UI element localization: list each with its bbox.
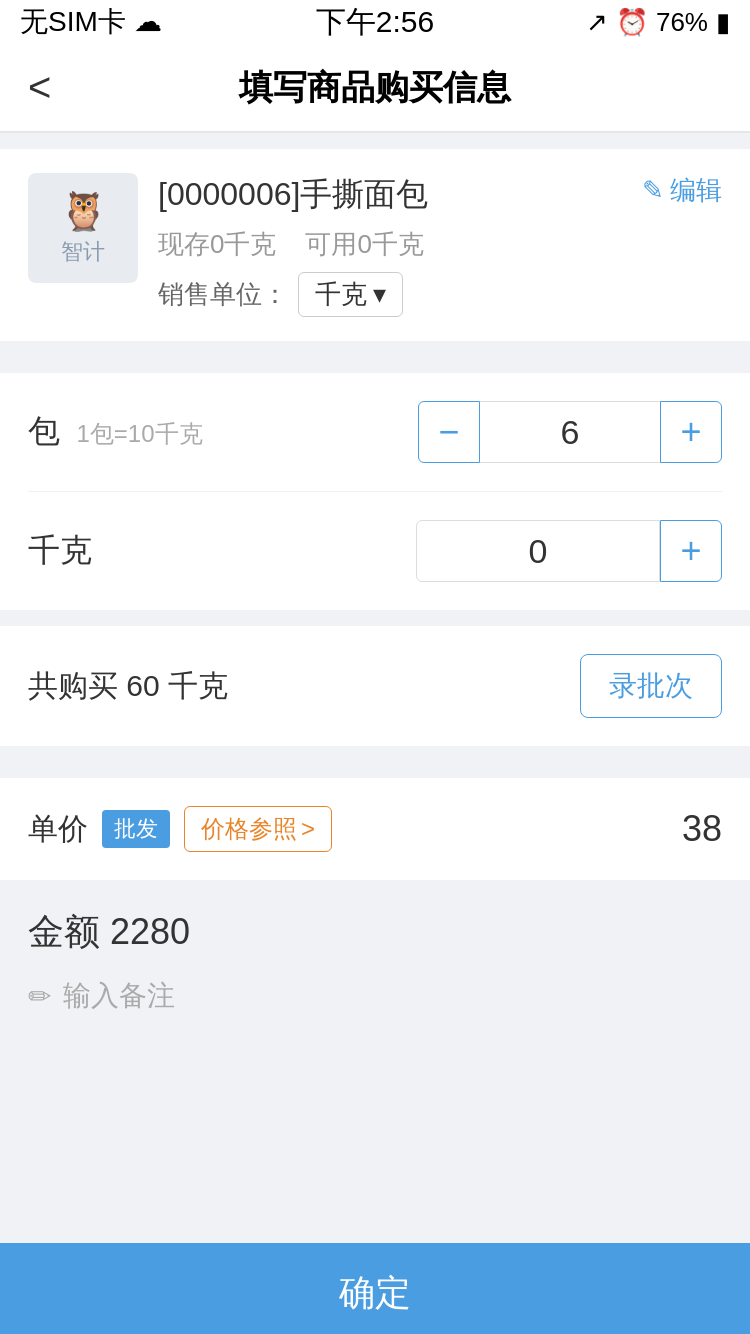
product-owl-icon: 🦉 <box>60 189 107 233</box>
edit-button[interactable]: ✎ 编辑 <box>642 173 722 208</box>
amount-label: 金额 <box>28 911 100 952</box>
edit-icon: ✎ <box>642 175 664 206</box>
sep4 <box>0 762 750 778</box>
unit-label: 销售单位： <box>158 277 288 312</box>
batch-tag: 批发 <box>102 810 170 848</box>
summary-section: 共购买 60 千克 录批次 <box>0 626 750 746</box>
confirm-button-label: 确定 <box>339 1269 411 1318</box>
price-ref-button[interactable]: 价格参照 > <box>184 806 332 852</box>
location-icon: ↗ <box>586 7 608 38</box>
input-section: 包 1包=10千克 − + 千克 + <box>0 373 750 610</box>
kg-plus-button[interactable]: + <box>660 520 722 582</box>
bao-row: 包 1包=10千克 − + <box>28 373 722 492</box>
summary-text: 共购买 60 千克 <box>28 666 228 707</box>
sep2 <box>0 357 750 373</box>
note-placeholder: 输入备注 <box>63 977 175 1015</box>
kg-label: 千克 <box>28 532 92 568</box>
kg-row: 千克 + <box>28 492 722 610</box>
battery-icon: ▮ <box>716 7 730 38</box>
sep1 <box>0 133 750 149</box>
status-left: 无SIM卡 ☁ <box>20 3 162 41</box>
bao-minus-button[interactable]: − <box>418 401 480 463</box>
bao-input[interactable] <box>480 401 660 463</box>
confirm-bar[interactable]: 确定 <box>0 1243 750 1334</box>
product-stock: 现存0千克 可用0千克 <box>158 227 722 262</box>
batch-record-button[interactable]: 录批次 <box>580 654 722 718</box>
battery-level: 76% <box>656 7 708 38</box>
alarm-icon: ⏰ <box>616 7 648 38</box>
price-value: 38 <box>682 808 722 850</box>
status-right: ↗ ⏰ 76% ▮ <box>586 7 730 38</box>
pencil-icon: ✏ <box>28 980 51 1013</box>
bao-stepper: − + <box>418 401 722 463</box>
unit-value: 千克 <box>315 277 367 312</box>
price-row: 单价 批发 价格参照 > 38 <box>28 806 722 852</box>
product-name: [0000006]手撕面包 <box>158 173 722 217</box>
edit-label: 编辑 <box>670 173 722 208</box>
bao-label: 包 <box>28 413 60 449</box>
product-thumbnail: 🦉 智计 <box>28 173 138 283</box>
status-bar: 无SIM卡 ☁ 下午2:56 ↗ ⏰ 76% ▮ <box>0 0 750 44</box>
empty-space <box>0 1043 750 1243</box>
bao-label-group: 包 1包=10千克 <box>28 410 203 454</box>
unit-select[interactable]: 千克 ▾ <box>298 272 403 317</box>
stock-available: 可用0千克 <box>305 229 423 259</box>
price-label: 单价 <box>28 809 88 850</box>
sep3 <box>0 610 750 626</box>
product-card: 🦉 智计 [0000006]手撕面包 现存0千克 可用0千克 销售单位： 千克 … <box>0 149 750 341</box>
status-time: 下午2:56 <box>316 2 434 43</box>
amount-section: 金额 2280 ✏ 输入备注 <box>0 880 750 1043</box>
unit-chevron: ▾ <box>373 279 386 310</box>
kg-input[interactable] <box>416 520 660 582</box>
kg-stepper: + <box>416 520 722 582</box>
product-info: [0000006]手撕面包 现存0千克 可用0千克 销售单位： 千克 ▾ <box>158 173 722 317</box>
price-ref-arrow: > <box>301 815 315 843</box>
nav-bar: < 填写商品购买信息 <box>0 44 750 132</box>
price-left: 单价 批发 价格参照 > <box>28 806 332 852</box>
product-unit-row: 销售单位： 千克 ▾ <box>158 272 722 317</box>
amount-row: 金额 2280 <box>28 908 722 957</box>
stock-current: 现存0千克 <box>158 229 276 259</box>
bao-plus-button[interactable]: + <box>660 401 722 463</box>
kg-label-group: 千克 <box>28 529 92 573</box>
bao-hint: 1包=10千克 <box>76 420 202 447</box>
amount-value: 2280 <box>110 911 190 952</box>
price-ref-label: 价格参照 <box>201 813 297 845</box>
price-section: 单价 批发 价格参照 > 38 <box>0 778 750 880</box>
product-brand-text: 智计 <box>61 237 105 267</box>
back-button[interactable]: < <box>28 65 51 110</box>
page-title: 填写商品购买信息 <box>239 65 511 111</box>
note-row[interactable]: ✏ 输入备注 <box>28 977 722 1015</box>
